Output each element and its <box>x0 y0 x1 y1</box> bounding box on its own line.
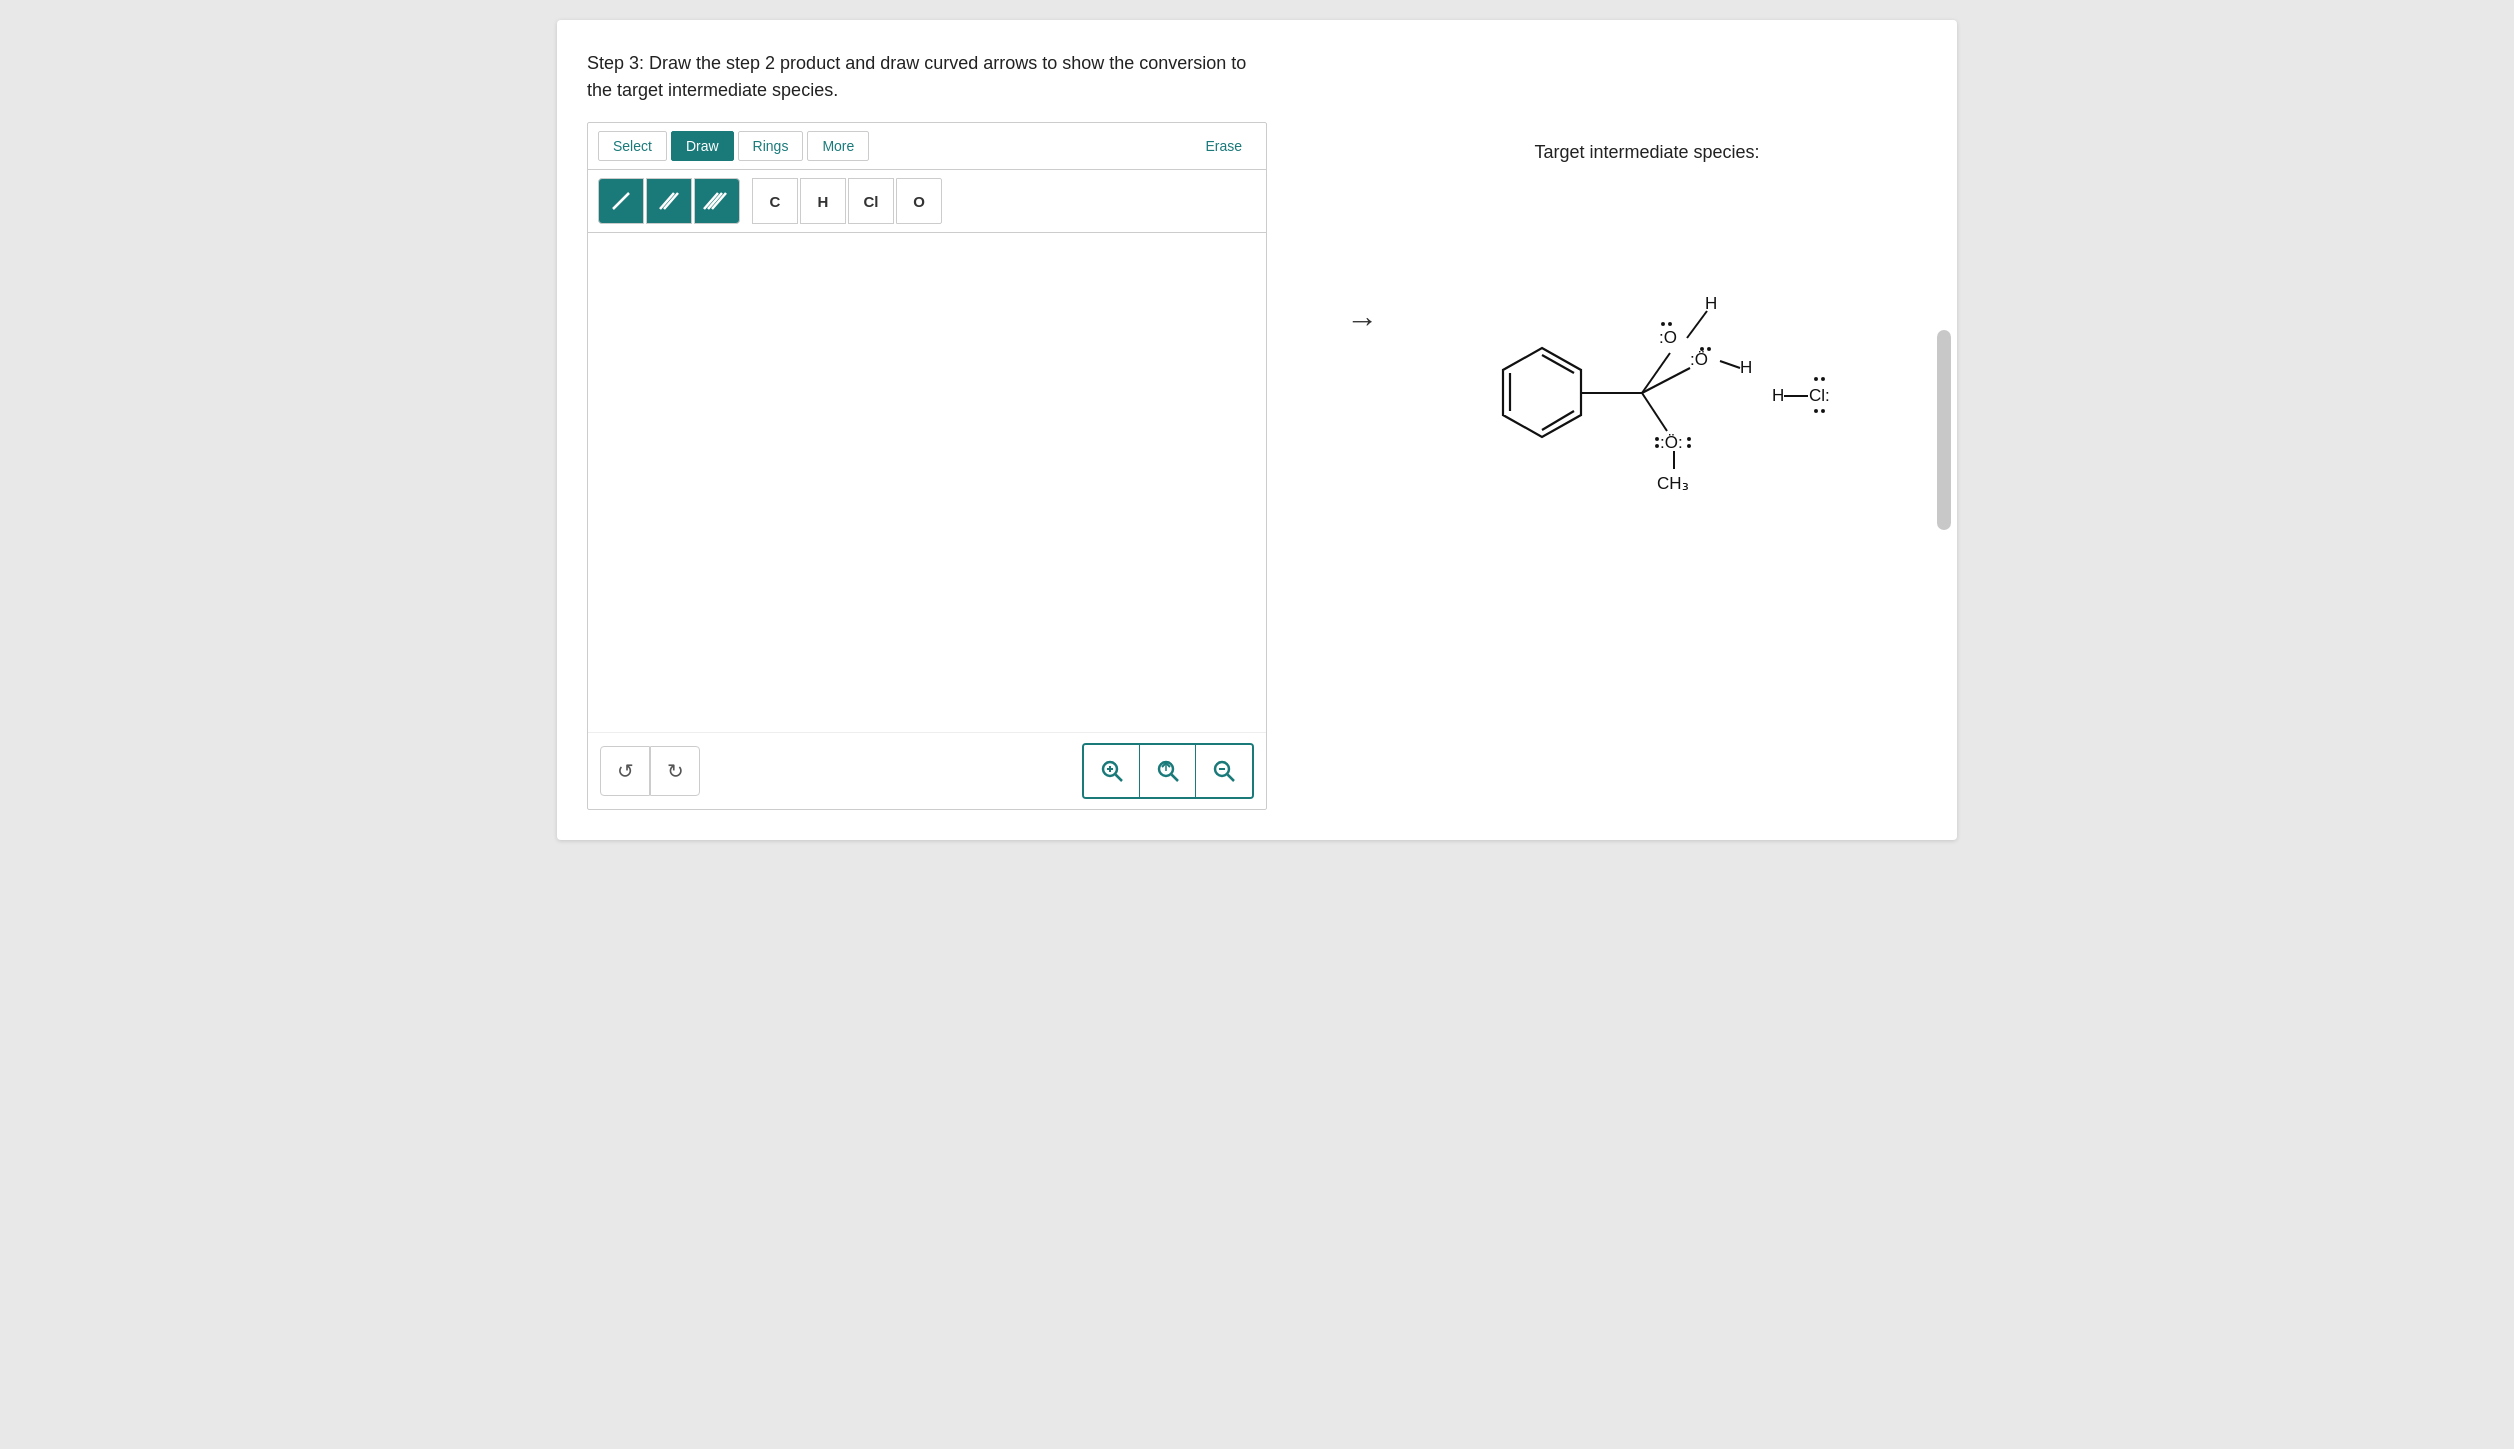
drawing-canvas[interactable] <box>588 233 1266 732</box>
bond-atom-toolbar: C H Cl O <box>588 170 1266 233</box>
svg-point-36 <box>1655 444 1659 448</box>
double-bond-button[interactable] <box>646 178 692 224</box>
zoom-in-button[interactable] <box>1084 745 1140 797</box>
svg-point-23 <box>1661 322 1665 326</box>
undo-icon: ↺ <box>617 759 634 783</box>
svg-text:H: H <box>1772 386 1784 405</box>
step-title: Step 3: Draw the step 2 product and draw… <box>587 50 1267 104</box>
svg-point-44 <box>1814 377 1818 381</box>
hydrogen-atom-button[interactable]: H <box>800 178 846 224</box>
oxygen-atom-button[interactable]: O <box>896 178 942 224</box>
svg-point-47 <box>1821 409 1825 413</box>
svg-line-33 <box>1642 393 1667 431</box>
chlorine-atom-button[interactable]: Cl <box>848 178 894 224</box>
svg-text:H: H <box>1740 358 1752 377</box>
draw-tool-button[interactable]: Draw <box>671 131 734 161</box>
svg-point-29 <box>1700 347 1704 351</box>
scrollbar[interactable] <box>1937 330 1951 530</box>
svg-marker-16 <box>1503 348 1581 437</box>
svg-text::O: :O <box>1659 328 1677 347</box>
svg-line-31 <box>1720 361 1740 368</box>
right-panel: → Target intermediate species: :O H :Ö H <box>1267 122 1927 810</box>
svg-point-37 <box>1687 437 1691 441</box>
undo-redo-group: ↺ ↻ <box>600 746 700 796</box>
svg-point-35 <box>1655 437 1659 441</box>
svg-text::Ö: :Ö <box>1690 350 1708 369</box>
target-molecule-svg: :O H :Ö H :Ö: CH₃ H Cl: <box>1422 183 1872 523</box>
triple-bond-icon <box>701 189 733 213</box>
svg-line-7 <box>1115 775 1122 782</box>
redo-button[interactable]: ↻ <box>650 746 700 796</box>
svg-point-30 <box>1707 347 1711 351</box>
content-area: Select Draw Rings More Erase <box>587 122 1927 810</box>
erase-tool-button[interactable]: Erase <box>1191 132 1256 160</box>
svg-point-24 <box>1668 322 1672 326</box>
svg-point-38 <box>1687 444 1691 448</box>
zoom-fit-button[interactable] <box>1140 745 1196 797</box>
zoom-in-icon <box>1098 757 1126 785</box>
svg-text:H: H <box>1705 294 1717 313</box>
svg-point-45 <box>1821 377 1825 381</box>
svg-text:Cl:: Cl: <box>1809 386 1830 405</box>
rings-tool-button[interactable]: Rings <box>738 131 804 161</box>
main-card: Step 3: Draw the step 2 product and draw… <box>557 20 1957 840</box>
carbon-atom-button[interactable]: C <box>752 178 798 224</box>
svg-point-46 <box>1814 409 1818 413</box>
select-tool-button[interactable]: Select <box>598 131 667 161</box>
reaction-arrow: → <box>1322 142 1402 339</box>
svg-line-21 <box>1642 353 1670 393</box>
svg-line-11 <box>1171 775 1178 782</box>
svg-line-14 <box>1228 775 1235 782</box>
svg-text::Ö:: :Ö: <box>1660 433 1683 452</box>
left-panel: Select Draw Rings More Erase <box>587 122 1267 810</box>
single-bond-button[interactable] <box>598 178 644 224</box>
zoom-controls-group <box>1082 743 1254 799</box>
zoom-out-button[interactable] <box>1196 745 1252 797</box>
bottom-controls: ↺ ↻ <box>588 732 1266 809</box>
single-bond-icon <box>609 189 633 213</box>
zoom-out-icon <box>1210 757 1238 785</box>
svg-line-27 <box>1642 368 1690 393</box>
redo-icon: ↻ <box>667 759 684 783</box>
svg-text:CH₃: CH₃ <box>1657 474 1689 493</box>
svg-line-25 <box>1687 311 1707 338</box>
zoom-fit-icon <box>1154 757 1182 785</box>
main-toolbar: Select Draw Rings More Erase <box>588 123 1266 170</box>
target-label: Target intermediate species: <box>1534 142 1759 163</box>
target-area: Target intermediate species: :O H :Ö H :… <box>1402 142 1872 523</box>
more-tool-button[interactable]: More <box>807 131 869 161</box>
svg-line-0 <box>613 193 629 209</box>
double-bond-icon <box>655 189 683 213</box>
triple-bond-button[interactable] <box>694 178 740 224</box>
undo-button[interactable]: ↺ <box>600 746 650 796</box>
